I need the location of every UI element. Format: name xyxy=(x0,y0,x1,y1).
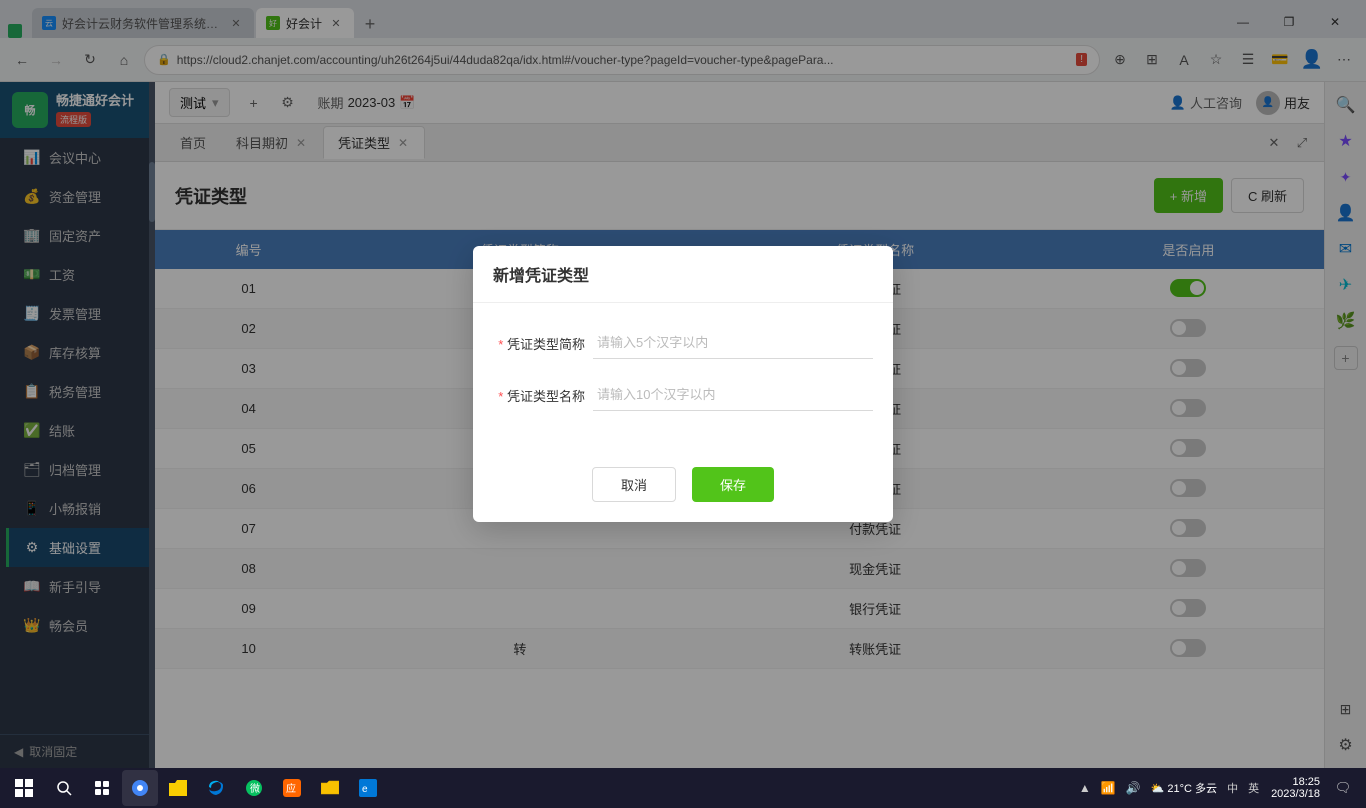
form-item-abbr: * 凭证类型简称 xyxy=(493,327,873,359)
taskbar-lang-icons: 中 英 xyxy=(1223,780,1263,796)
taskbar-chrome-button[interactable] xyxy=(122,770,158,806)
taskbar: 微 应 e ▲ 📶 🔊 ⛅ 21°C 多云 中 英 18:25 2023/3/1… xyxy=(0,768,1366,808)
taskbar-search-button[interactable] xyxy=(46,770,82,806)
weather-text: 21°C 多云 xyxy=(1167,780,1217,796)
modal-header: 新增凭证类型 xyxy=(473,246,893,303)
name-input[interactable] xyxy=(593,379,873,411)
start-button[interactable] xyxy=(4,768,44,808)
time-display: 18:25 xyxy=(1271,776,1320,788)
abbr-label-text: 凭证类型简称 xyxy=(507,337,585,352)
name-label-text: 凭证类型名称 xyxy=(507,389,585,404)
svg-text:微: 微 xyxy=(250,782,260,795)
form-item-name: * 凭证类型名称 xyxy=(493,379,873,411)
date-display: 2023/3/18 xyxy=(1271,788,1320,800)
taskbar-network[interactable]: 📶 xyxy=(1097,781,1120,795)
taskbar-system-icons: ▲ 📶 🔊 xyxy=(1075,781,1145,795)
svg-text:e: e xyxy=(362,784,368,795)
taskbar-edge2-button[interactable]: e xyxy=(350,770,386,806)
taskbar-edge-button[interactable] xyxy=(198,770,234,806)
name-required-mark: * xyxy=(498,389,503,404)
taskbar-chevron-up[interactable]: ▲ xyxy=(1075,781,1095,795)
weather-icon: ⛅ xyxy=(1151,782,1165,795)
taskbar-folder-button[interactable] xyxy=(312,770,348,806)
modal-overlay: 新增凭证类型 * 凭证类型简称 * 凭证类型名称 取消 保存 xyxy=(0,0,1366,768)
taskbar-weather[interactable]: ⛅ 21°C 多云 xyxy=(1145,780,1223,796)
taskbar-right: ▲ 📶 🔊 ⛅ 21°C 多云 中 英 18:25 2023/3/18 🗨 xyxy=(1075,773,1362,803)
name-label: * 凭证类型名称 xyxy=(493,386,593,405)
notification-button[interactable]: 🗨 xyxy=(1328,773,1358,803)
modal-title: 新增凭证类型 xyxy=(493,262,589,286)
taskbar-lang[interactable]: 英 xyxy=(1244,780,1263,796)
save-button[interactable]: 保存 xyxy=(692,467,774,502)
taskbar-sound[interactable]: 🔊 xyxy=(1122,781,1145,795)
cancel-button[interactable]: 取消 xyxy=(592,467,676,502)
taskbar-app-button[interactable]: 应 xyxy=(274,770,310,806)
taskbar-wechat-button[interactable]: 微 xyxy=(236,770,272,806)
add-voucher-modal: 新增凭证类型 * 凭证类型简称 * 凭证类型名称 取消 保存 xyxy=(473,246,893,522)
modal-body: * 凭证类型简称 * 凭证类型名称 xyxy=(473,303,893,455)
taskbar-explorer-button[interactable] xyxy=(160,770,196,806)
taskbar-task-view[interactable] xyxy=(84,770,120,806)
abbr-label: * 凭证类型简称 xyxy=(493,334,593,353)
modal-footer: 取消 保存 xyxy=(473,455,893,522)
abbr-required-mark: * xyxy=(498,337,503,352)
taskbar-clock[interactable]: 18:25 2023/3/18 xyxy=(1263,776,1328,800)
abbr-input[interactable] xyxy=(593,327,873,359)
taskbar-input-method[interactable]: 中 xyxy=(1223,780,1242,796)
svg-text:应: 应 xyxy=(286,782,296,795)
